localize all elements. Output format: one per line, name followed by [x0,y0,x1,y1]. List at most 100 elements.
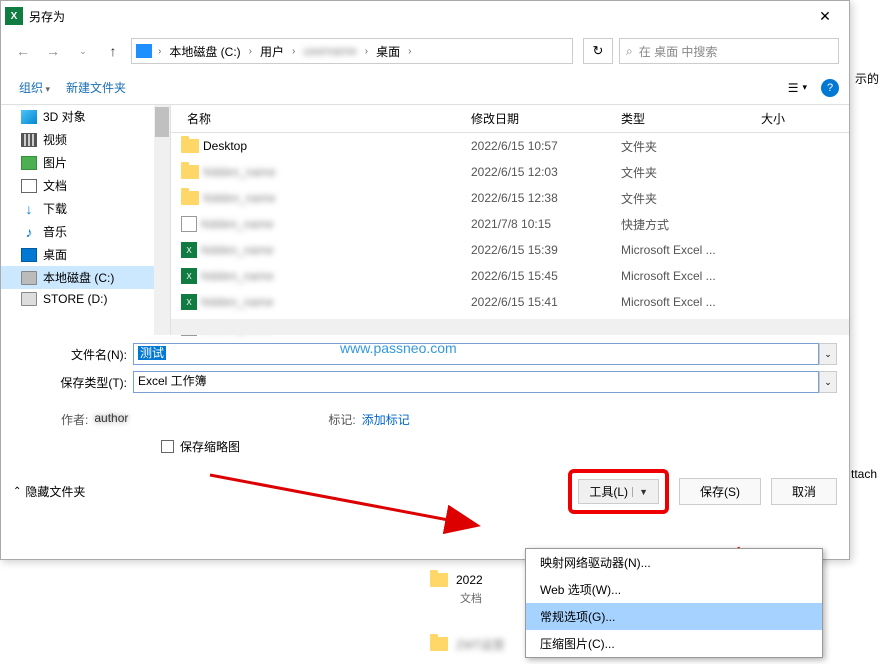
file-date: 2022/6/15 15:41 [471,295,621,309]
menu-item-general-options[interactable]: 常规选项(G)... [526,603,822,630]
sidebar-item[interactable]: 文档 [1,174,170,197]
tag-value[interactable]: 添加标记 [362,411,410,428]
excel-file-icon: X [181,242,197,258]
sidebar-item[interactable]: 桌面 [1,243,170,266]
breadcrumb-item[interactable]: 用户 [256,41,288,62]
filetype-select[interactable]: Excel 工作簿 [133,371,819,393]
chevron-down-icon: ▼ [632,487,648,497]
overflow-panel: 示的 ttach [851,0,887,648]
bottom-bar: ⌃ 隐藏文件夹 工具(L) ▼ 保存(S) 取消 [1,461,849,522]
file-type: 快捷方式 [621,216,761,233]
breadcrumb-item[interactable]: 桌面 [372,41,404,62]
sidebar-item[interactable]: 本地磁盘 (C:) [1,266,170,289]
sidebar-item-label: 文档 [43,177,67,194]
cancel-button[interactable]: 取消 [771,478,837,505]
file-row[interactable]: hidden_name2022/6/15 12:03文件夹 [171,159,849,185]
toolbar: 组织 新建文件夹 ☰ ▾ ? [1,71,849,105]
disk-icon [136,44,152,58]
tools-dropdown-menu: 映射网络驱动器(N)... Web 选项(W)... 常规选项(G)... 压缩… [525,548,823,658]
sidebar-item-label: 图片 [43,154,67,171]
file-date: 2022/6/15 10:57 [471,139,621,153]
sidebar-scrollbar[interactable] [154,105,170,335]
refresh-button[interactable]: ↻ [583,38,613,64]
thumbnail-checkbox[interactable] [161,440,174,453]
author-value[interactable]: author [94,411,128,428]
column-date[interactable]: 修改日期 [471,110,621,127]
column-size[interactable]: 大小 [761,110,821,127]
file-name: hidden_name [201,217,274,231]
save-as-dialog: X 另存为 ✕ ← → ⌄ ↑ › 本地磁盘 (C:) › 用户 › usern… [0,0,850,560]
excel-file-icon: X [181,294,197,310]
back-button[interactable]: ← [11,39,35,63]
file-name: Desktop [203,139,247,153]
nav-bar: ← → ⌄ ↑ › 本地磁盘 (C:) › 用户 › username › 桌面… [1,31,849,71]
menu-item-compress[interactable]: 压缩图片(C)... [526,630,822,657]
sidebar-item[interactable]: 图片 [1,151,170,174]
sidebar: 3D 对象视频图片文档 ↓ 下载 ♪音乐桌面本地磁盘 (C:)STORE (D:) [1,105,171,335]
tools-button[interactable]: 工具(L) ▼ [578,479,659,504]
background-file-list: 2022 文档 ZMT运营 [430,560,505,664]
sidebar-item-label: 下载 [43,200,67,217]
file-date: 2022/6/15 12:03 [471,165,621,179]
sidebar-item-label: 桌面 [43,246,67,263]
file-type: Microsoft Excel ... [621,269,761,283]
sidebar-item-label: 视频 [43,131,67,148]
search-input[interactable]: ⌕ 在 桌面 中搜索 [619,38,839,64]
breadcrumb[interactable]: › 本地磁盘 (C:) › 用户 › username › 桌面 › [131,38,573,64]
sidebar-item[interactable]: STORE (D:) [1,289,170,309]
menu-item-map-drive[interactable]: 映射网络驱动器(N)... [526,549,822,576]
excel-file-icon: X [181,268,197,284]
file-row[interactable]: Xhidden_name2022/6/15 15:41Microsoft Exc… [171,289,849,315]
filename-dropdown[interactable]: ⌄ [819,343,837,365]
sidebar-item[interactable]: 视频 [1,128,170,151]
watermark: www.passneo.com [340,340,457,356]
ico-dl-icon: ↓ [21,202,37,216]
shortcut-icon [181,216,197,232]
file-row[interactable]: Xhidden_name2022/6/15 15:45Microsoft Exc… [171,263,849,289]
menu-item-web-options[interactable]: Web 选项(W)... [526,576,822,603]
file-type: Microsoft Excel ... [621,243,761,257]
filetype-dropdown[interactable]: ⌄ [819,371,837,393]
sidebar-item[interactable]: 3D 对象 [1,105,170,128]
file-name: hidden_name [203,191,276,205]
help-button[interactable]: ? [821,79,839,97]
view-mode-button[interactable]: ☰ ▾ [782,79,813,97]
file-type: 文件夹 [621,138,761,155]
forward-button[interactable]: → [41,39,65,63]
file-row[interactable]: hidden_name2021/7/8 10:15快捷方式 [171,211,849,237]
filename-input[interactable]: 测试 [133,343,819,365]
close-button[interactable]: ✕ [805,2,845,30]
folder-icon [181,191,199,205]
organize-button[interactable]: 组织 [11,75,58,100]
breadcrumb-item[interactable]: 本地磁盘 (C:) [165,41,244,62]
file-date: 2022/6/15 12:38 [471,191,621,205]
horizontal-scrollbar[interactable] [171,319,849,335]
file-name: hidden_name [201,295,274,309]
file-list-header: 名称 修改日期 类型 大小 [171,105,849,133]
bg-file-name: ZMT运营 [456,636,505,653]
file-row[interactable]: hidden_name2022/6/15 12:38文件夹 [171,185,849,211]
new-folder-button[interactable]: 新建文件夹 [58,75,134,100]
ico-disk-icon [21,271,37,285]
folder-icon [430,637,448,651]
titlebar: X 另存为 ✕ [1,1,849,31]
column-type[interactable]: 类型 [621,110,761,127]
column-name[interactable]: 名称 [171,110,471,127]
ico-img-icon [21,156,37,170]
tag-label: 标记: [328,411,355,428]
up-button[interactable]: ↑ [101,39,125,63]
file-row[interactable]: Xhidden_name2022/6/15 15:39Microsoft Exc… [171,237,849,263]
breadcrumb-item[interactable]: username [299,42,360,60]
hide-folders-button[interactable]: 隐藏文件夹 [25,483,85,500]
recent-dropdown[interactable]: ⌄ [71,39,95,63]
ico-store-icon [21,292,37,306]
file-row[interactable]: Desktop 2022/6/15 10:57文件夹 [171,133,849,159]
scrollbar-thumb[interactable] [155,107,169,137]
sidebar-item[interactable]: ♪音乐 [1,220,170,243]
folder-icon [181,139,199,153]
ico-video-icon [21,133,37,147]
list-icon: ☰ [788,81,799,95]
save-button[interactable]: 保存(S) [679,478,761,505]
sidebar-item[interactable]: ↓ 下载 [1,197,170,220]
expand-icon[interactable]: ⌃ [13,486,21,497]
